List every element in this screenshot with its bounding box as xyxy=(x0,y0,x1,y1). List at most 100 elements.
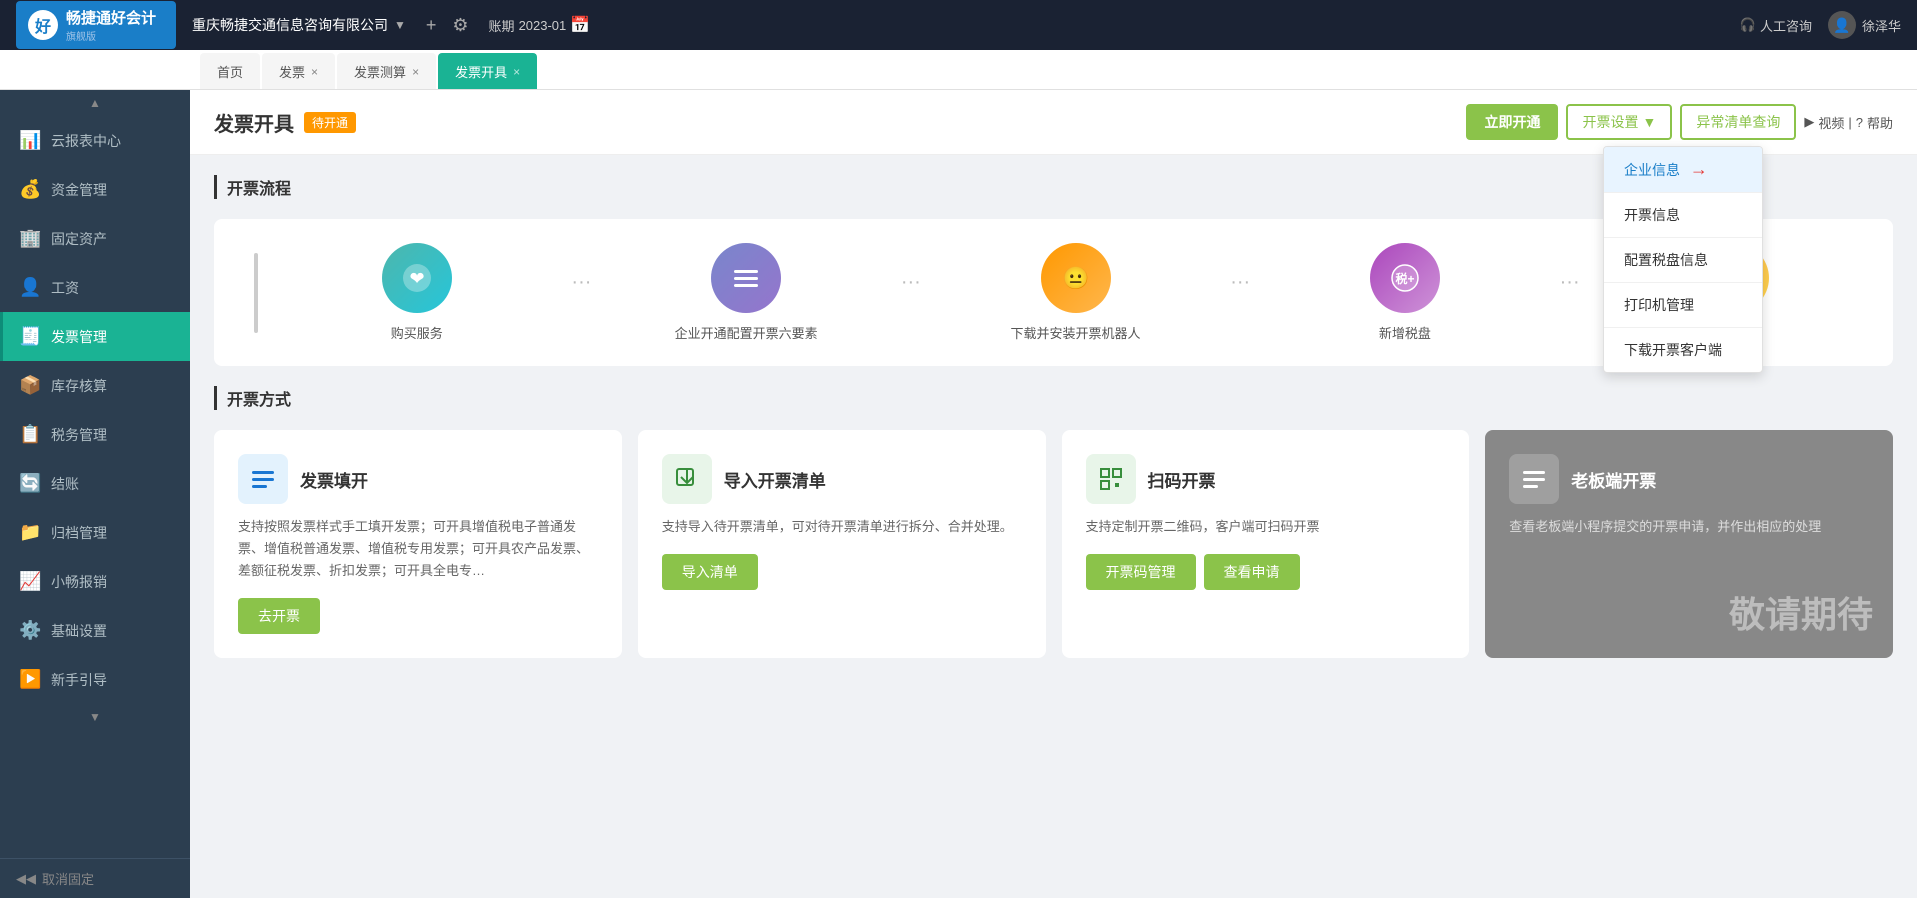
sidebar-basic-settings-label: 基础设置 xyxy=(51,621,107,641)
dropdown-item-company-info[interactable]: 企业信息 → xyxy=(1604,147,1762,193)
new-guide-icon: ▶️ xyxy=(19,669,41,690)
svg-text:❤: ❤ xyxy=(409,269,424,289)
video-help-button[interactable]: ▶ 视频 | ? 帮助 xyxy=(1804,113,1893,132)
method-card-boss-invoice: 老板端开票 查看老板端小程序提交的开票申请，并作出相应的处理 敬请期待 xyxy=(1485,430,1893,658)
logo-icon: 好 xyxy=(28,10,58,40)
logo-area: 好 畅捷通好会计 旗舰版 xyxy=(16,1,176,49)
dropdown-item-printer-mgmt[interactable]: 打印机管理 xyxy=(1604,283,1762,328)
flow-label-config: 企业开通配置开票六要素 xyxy=(675,323,818,342)
sidebar-archive-mgmt-label: 归档管理 xyxy=(51,523,107,543)
payroll-icon: 👤 xyxy=(19,277,41,298)
flow-step-newtax[interactable]: 税+ 新增税盘 xyxy=(1270,243,1539,342)
support-label: 人工咨询 xyxy=(1760,16,1812,35)
page-title-area: 发票开具 待开通 xyxy=(214,108,356,137)
dropdown-item-download-client[interactable]: 下载开票客户端 xyxy=(1604,328,1762,372)
play-icon: ▶ xyxy=(1804,114,1814,130)
tax-mgmt-icon: 📋 xyxy=(19,424,41,445)
period-value: 2023-01 xyxy=(519,18,567,33)
scan-invoice-title: 扫码开票 xyxy=(1148,467,1216,492)
scan-invoice-desc: 支持定制开票二维码，客户端可扫码开票 xyxy=(1086,516,1446,538)
method-card-import-list: 导入开票清单 支持导入待开票清单，可对待开票清单进行拆分、合并处理。 导入清单 xyxy=(638,430,1046,658)
add-company-button[interactable]: + xyxy=(422,11,441,40)
sidebar-item-basic-settings[interactable]: ⚙️ 基础设置 xyxy=(0,606,190,655)
sidebar-scroll-up[interactable]: ▲ xyxy=(0,90,190,116)
tab-invoice-calc-close[interactable]: × xyxy=(412,65,419,79)
company-selector[interactable]: 重庆畅捷交通信息咨询有限公司 ▼ xyxy=(192,15,406,35)
sidebar-item-small-report[interactable]: 📈 小畅报销 xyxy=(0,557,190,606)
dropdown-tax-config-label: 配置税盘信息 xyxy=(1624,252,1708,268)
dropdown-printer-mgmt-label: 打印机管理 xyxy=(1624,297,1694,313)
sidebar-small-report-label: 小畅报销 xyxy=(51,572,107,592)
content-area: 发票开具 待开通 立即开通 开票设置 ▼ 异常清单查询 ▶ 视频 | ? 帮助 xyxy=(190,90,1917,898)
dropdown-item-tax-config[interactable]: 配置税盘信息 xyxy=(1604,238,1762,283)
methods-container: 发票填开 支持按照发票样式手工填开发票；可开具增值税电子普通发票、增值税普通发票… xyxy=(214,430,1893,658)
tab-bar: 首页 发票 × 发票测算 × 发票开具 × xyxy=(0,50,1917,90)
method-card-form-fill: 发票填开 支持按照发票样式手工填开发票；可开具增值税电子普通发票、增值税普通发票… xyxy=(214,430,622,658)
sidebar-new-guide-label: 新手引导 xyxy=(51,670,107,690)
sidebar-item-archive-mgmt[interactable]: 📁 归档管理 xyxy=(0,508,190,557)
tab-invoice-close[interactable]: × xyxy=(311,65,318,79)
import-list-icon xyxy=(662,454,712,504)
sidebar-bottom-label: 取消固定 xyxy=(42,869,94,888)
scan-invoice-icon xyxy=(1086,454,1136,504)
fund-mgmt-icon: 💰 xyxy=(19,179,41,200)
tab-invoice-open[interactable]: 发票开具 × xyxy=(438,53,537,89)
sidebar-item-inventory[interactable]: 📦 库存核算 xyxy=(0,361,190,410)
sidebar-item-invoice-mgmt[interactable]: 🧾 发票管理 xyxy=(0,312,190,361)
sidebar-bottom-action[interactable]: ◀◀ 取消固定 xyxy=(0,858,190,898)
tab-home[interactable]: 首页 xyxy=(200,53,260,89)
settings-gear-button[interactable]: ⚙ xyxy=(448,11,472,40)
user-avatar: 👤 xyxy=(1828,11,1856,39)
scan-invoice-btn1[interactable]: 开票码管理 xyxy=(1086,554,1196,590)
main-layout: ▲ 📊 云报表中心 💰 资金管理 🏢 固定资产 👤 工资 🧾 发票管理 📦 库存… xyxy=(0,90,1917,898)
dropdown-company-info-label: 企业信息 xyxy=(1624,162,1680,178)
sidebar-scroll-down[interactable]: ▼ xyxy=(0,704,190,730)
sidebar-fund-mgmt-label: 资金管理 xyxy=(51,180,107,200)
page-header: 发票开具 待开通 立即开通 开票设置 ▼ 异常清单查询 ▶ 视频 | ? 帮助 xyxy=(190,90,1917,155)
sidebar-item-fixed-assets[interactable]: 🏢 固定资产 xyxy=(0,214,190,263)
boss-invoice-icon xyxy=(1509,454,1559,504)
unpin-icon: ◀◀ xyxy=(16,871,36,887)
sidebar-item-tax-mgmt[interactable]: 📋 税务管理 xyxy=(0,410,190,459)
sidebar-item-new-guide[interactable]: ▶️ 新手引导 xyxy=(0,655,190,704)
logo-text: 畅捷通好会计 xyxy=(66,7,156,28)
settings-dropdown-menu: 企业信息 → 开票信息 配置税盘信息 打印机管理 下载开票客户端 xyxy=(1603,146,1763,373)
sidebar-tax-mgmt-label: 税务管理 xyxy=(51,425,107,445)
dropdown-item-invoice-info[interactable]: 开票信息 xyxy=(1604,193,1762,238)
dropdown-download-client-label: 下载开票客户端 xyxy=(1624,342,1722,358)
svg-text:税+: 税+ xyxy=(1395,271,1414,286)
boss-invoice-overlay: 敬请期待 xyxy=(1729,586,1873,638)
sidebar-inventory-label: 库存核算 xyxy=(51,376,107,396)
abnormal-list-button[interactable]: 异常清单查询 xyxy=(1680,104,1796,140)
sidebar-item-settlement[interactable]: 🔄 结账 xyxy=(0,459,190,508)
scan-invoice-btn2[interactable]: 查看申请 xyxy=(1204,554,1300,590)
settings-dropdown-arrow: ▼ xyxy=(1642,114,1656,130)
activate-button[interactable]: 立即开通 xyxy=(1466,104,1558,140)
user-area[interactable]: 👤 徐泽华 xyxy=(1828,11,1901,39)
tab-invoice[interactable]: 发票 × xyxy=(262,53,335,89)
sidebar-item-payroll[interactable]: 👤 工资 xyxy=(0,263,190,312)
sidebar-item-cloud-report[interactable]: 📊 云报表中心 xyxy=(0,116,190,165)
sidebar: ▲ 📊 云报表中心 💰 资金管理 🏢 固定资产 👤 工资 🧾 发票管理 📦 库存… xyxy=(0,90,190,898)
flow-step-config[interactable]: 企业开通配置开票六要素 xyxy=(611,243,880,342)
form-fill-btn[interactable]: 去开票 xyxy=(238,598,320,634)
tab-invoice-open-close[interactable]: × xyxy=(513,65,520,79)
company-name: 重庆畅捷交通信息咨询有限公司 xyxy=(192,15,388,35)
method-section-title: 开票方式 xyxy=(214,386,1893,410)
tab-invoice-open-label: 发票开具 xyxy=(455,62,507,81)
method-header-scan-invoice: 扫码开票 xyxy=(1086,454,1446,504)
tab-invoice-calc[interactable]: 发票测算 × xyxy=(337,53,436,89)
svg-text:😐: 😐 xyxy=(1062,266,1089,291)
import-list-title: 导入开票清单 xyxy=(724,467,826,492)
sidebar-item-fund-mgmt[interactable]: 💰 资金管理 xyxy=(0,165,190,214)
calendar-icon[interactable]: 📅 xyxy=(570,15,590,35)
flow-step-download[interactable]: 😐 下载并安装开票机器人 xyxy=(941,243,1210,342)
form-fill-title: 发票填开 xyxy=(300,467,368,492)
divider: | xyxy=(1848,115,1851,130)
import-list-btn[interactable]: 导入清单 xyxy=(662,554,758,590)
tab-invoice-label: 发票 xyxy=(279,62,305,81)
flow-step-buy[interactable]: ❤ 购买服务 xyxy=(282,243,551,342)
logo-info: 畅捷通好会计 旗舰版 xyxy=(66,7,156,43)
support-button[interactable]: 🎧 人工咨询 xyxy=(1740,16,1812,35)
settings-button[interactable]: 开票设置 ▼ xyxy=(1566,104,1672,140)
